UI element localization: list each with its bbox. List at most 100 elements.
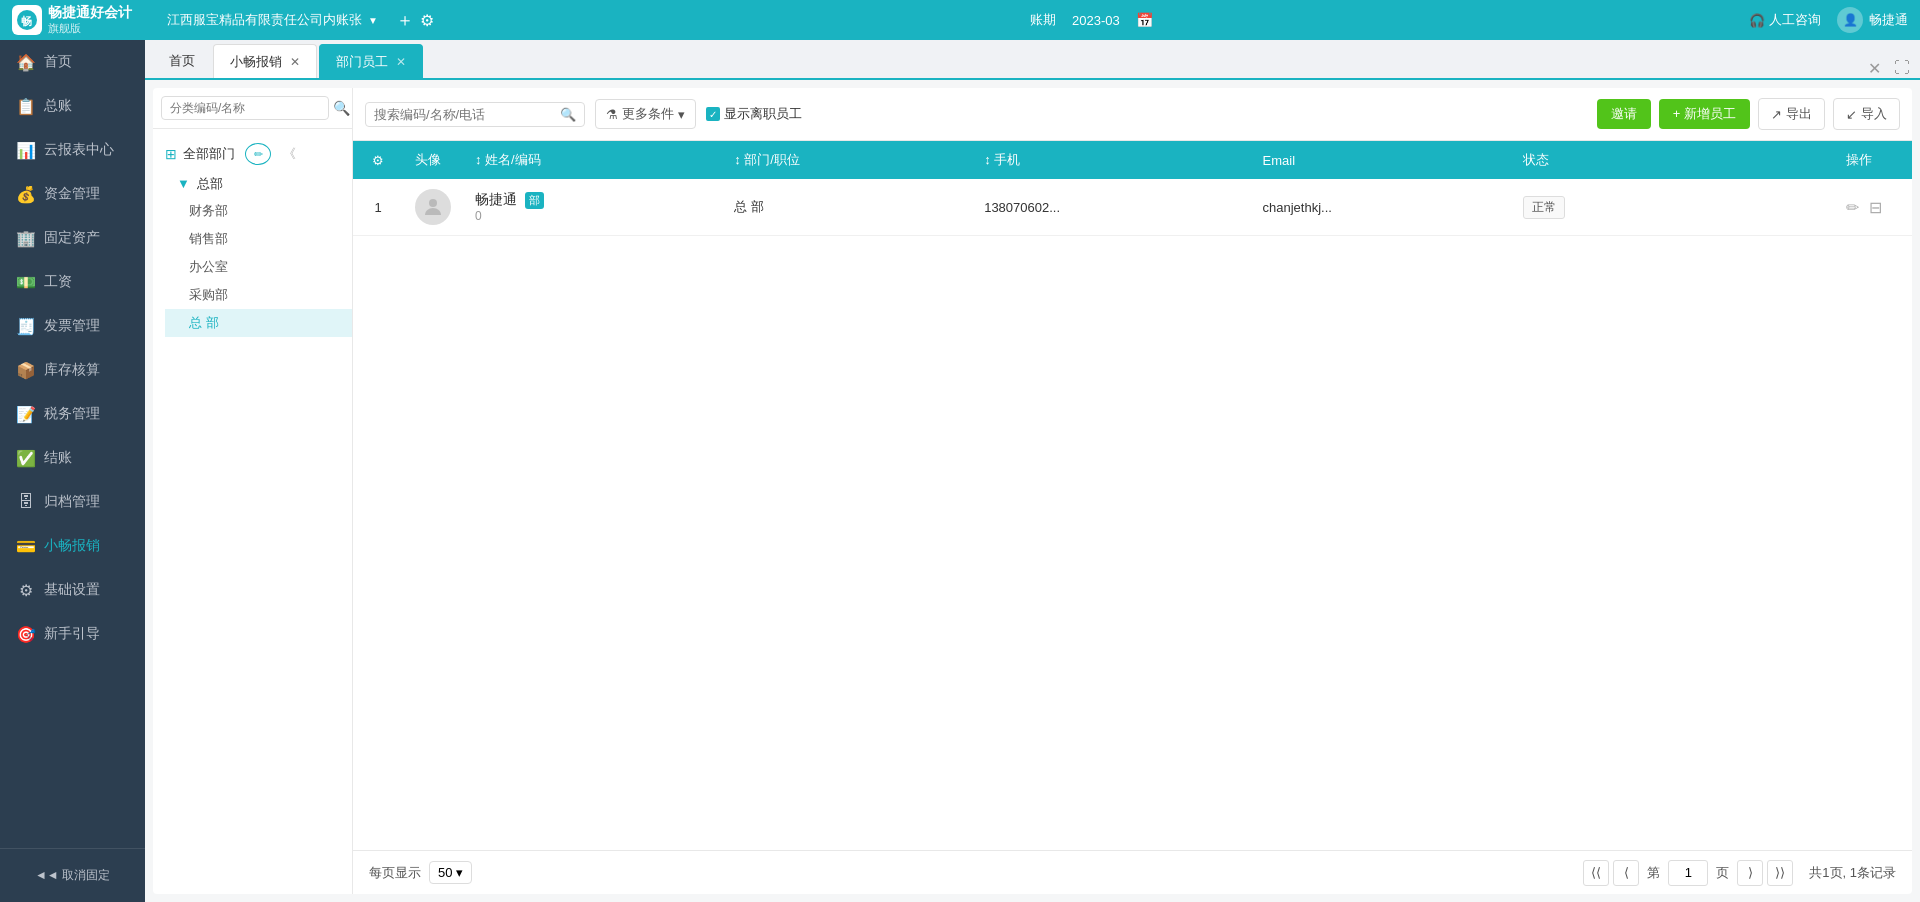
tab-bar: 首页 小畅报销 ✕ 部门员工 ✕ ✕ ⛶ — [145, 40, 1920, 80]
top-bar-right: 🎧 人工咨询 👤 畅捷通 — [1749, 7, 1908, 33]
more-filter-button[interactable]: ⚗ 更多条件 ▾ — [595, 99, 696, 129]
unpin-button[interactable]: ◄◄ 取消固定 — [0, 859, 145, 892]
username: 畅捷通 — [1869, 11, 1908, 29]
sidebar-bottom: ◄◄ 取消固定 — [0, 848, 145, 902]
prev-page-button[interactable]: ⟨ — [1613, 860, 1639, 886]
sidebar-item-ledger[interactable]: 📋 总账 — [0, 84, 145, 128]
show-resigned-checkbox[interactable] — [706, 107, 720, 121]
page-nav: ⟨⟨ ⟨ 第 页 ⟩ ⟩⟩ 共1页, 1条记录 — [1583, 860, 1896, 886]
tab-bar-right: ✕ ⛶ — [1856, 58, 1912, 78]
employee-data-table: ⚙ 头像 ↕ 姓名/编码 ↕ 部门/职位 ↕ 手机 Email 状态 操作 — [353, 141, 1912, 236]
service-button[interactable]: 🎧 人工咨询 — [1749, 11, 1821, 29]
row-actions-cell: ✏ ⊟ — [1695, 179, 1912, 236]
company-selector[interactable]: 江西服宝精品有限责任公司内账张 ▼ — [167, 11, 378, 29]
table-row: 1 — [353, 179, 1912, 236]
sidebar-label-inventory: 库存核算 — [44, 361, 100, 379]
sidebar-item-guide[interactable]: 🎯 新手引导 — [0, 612, 145, 656]
filter-dropdown-icon: ▾ — [678, 107, 685, 122]
col-settings[interactable]: ⚙ — [353, 141, 403, 179]
sidebar-item-closing[interactable]: ✅ 结账 — [0, 436, 145, 480]
invite-button[interactable]: 邀请 — [1597, 99, 1651, 129]
dept-edit-icon[interactable]: ✏ — [245, 143, 271, 165]
company-dropdown-icon[interactable]: ▼ — [368, 15, 378, 26]
sidebar-label-archive: 归档管理 — [44, 493, 100, 511]
assets-icon: 🏢 — [16, 228, 36, 248]
table-header-row: ⚙ 头像 ↕ 姓名/编码 ↕ 部门/职位 ↕ 手机 Email 状态 操作 — [353, 141, 1912, 179]
calendar-icon[interactable]: 📅 — [1136, 12, 1153, 28]
sidebar-label-expense: 小畅报销 — [44, 537, 100, 555]
dept-item-sales[interactable]: 销售部 — [165, 225, 352, 253]
dept-all-item[interactable]: ⊞ 全部部门 ✏ 《 — [153, 137, 352, 171]
row-index: 1 — [353, 179, 403, 236]
last-page-button[interactable]: ⟩⟩ — [1767, 860, 1793, 886]
employee-table: ⚙ 头像 ↕ 姓名/编码 ↕ 部门/职位 ↕ 手机 Email 状态 操作 — [353, 141, 1912, 850]
collapse-triangle-icon: ▼ — [177, 176, 190, 191]
main-layout: 🏠 首页 📋 总账 📊 云报表中心 💰 资金管理 🏢 固定资产 💵 工资 🧾 发… — [0, 40, 1920, 902]
tab-home[interactable]: 首页 — [153, 44, 211, 78]
next-page-button[interactable]: ⟩ — [1737, 860, 1763, 886]
per-page-dropdown-icon: ▾ — [456, 865, 463, 880]
per-page-select[interactable]: 50 ▾ — [429, 861, 472, 884]
status-badge: 正常 — [1523, 196, 1565, 219]
col-phone[interactable]: ↕ 手机 — [972, 141, 1250, 179]
add-employee-button[interactable]: + 新增员工 — [1659, 99, 1750, 129]
logo-sub: 旗舰版 — [48, 21, 132, 36]
home-icon: 🏠 — [16, 52, 36, 72]
add-company-icon[interactable]: ＋ — [396, 8, 414, 32]
edit-employee-icon[interactable]: ✏ — [1846, 198, 1859, 217]
period-area: 账期 2023-03 📅 — [1030, 11, 1153, 29]
sidebar-label-ledger: 总账 — [44, 97, 72, 115]
dept-group-headquarters-title[interactable]: ▼ 总部 — [165, 171, 352, 197]
first-page-button[interactable]: ⟨⟨ — [1583, 860, 1609, 886]
tab-expense[interactable]: 小畅报销 ✕ — [213, 44, 317, 78]
guide-icon: 🎯 — [16, 624, 36, 644]
filter-icon: ⚗ — [606, 107, 618, 122]
settings-icon[interactable]: ⚙ — [420, 11, 434, 30]
headset-icon: 🎧 — [1749, 13, 1765, 28]
sidebar-item-settings[interactable]: ⚙ 基础设置 — [0, 568, 145, 612]
sidebar-item-invoice[interactable]: 🧾 发票管理 — [0, 304, 145, 348]
col-actions: 操作 — [1695, 141, 1912, 179]
import-button[interactable]: ↙ 导入 — [1833, 98, 1900, 130]
sidebar-item-salary[interactable]: 💵 工资 — [0, 260, 145, 304]
dept-search-input[interactable] — [161, 96, 329, 120]
export-icon: ↗ — [1771, 107, 1782, 122]
grid-icon: ⊞ — [165, 146, 177, 162]
sidebar-item-home[interactable]: 🏠 首页 — [0, 40, 145, 84]
tax-icon: 📝 — [16, 404, 36, 424]
maximize-window-button[interactable]: ⛶ — [1892, 58, 1912, 78]
dept-search-icon[interactable]: 🔍 — [333, 100, 350, 116]
tab-expense-close[interactable]: ✕ — [290, 55, 300, 69]
page-label-text: 第 — [1647, 864, 1660, 882]
sidebar-item-reports[interactable]: 📊 云报表中心 — [0, 128, 145, 172]
employee-search-input[interactable] — [374, 107, 556, 122]
sidebar-item-inventory[interactable]: 📦 库存核算 — [0, 348, 145, 392]
delete-employee-icon[interactable]: ⊟ — [1869, 198, 1882, 217]
sidebar-label-invoice: 发票管理 — [44, 317, 100, 335]
tab-dept-employee[interactable]: 部门员工 ✕ — [319, 44, 423, 78]
sidebar-label-funds: 资金管理 — [44, 185, 100, 203]
page-number-input[interactable] — [1668, 860, 1708, 886]
sidebar-item-funds[interactable]: 💰 资金管理 — [0, 172, 145, 216]
sidebar-item-expense[interactable]: 💳 小畅报销 — [0, 524, 145, 568]
user-area[interactable]: 👤 畅捷通 — [1837, 7, 1908, 33]
close-window-button[interactable]: ✕ — [1864, 58, 1884, 78]
sidebar-item-assets[interactable]: 🏢 固定资产 — [0, 216, 145, 260]
col-name[interactable]: ↕ 姓名/编码 — [463, 141, 722, 179]
dept-collapse-icon[interactable]: 《 — [283, 145, 296, 163]
toolbar-actions: ＋ ⚙ — [396, 8, 434, 32]
tab-dept-close[interactable]: ✕ — [396, 55, 406, 69]
page-content: 🔍 ⊞ 全部部门 ✏ 《 ▼ 总部 财务部 — [153, 88, 1912, 894]
top-bar: 畅 畅捷通好会计 旗舰版 江西服宝精品有限责任公司内账张 ▼ ＋ ⚙ 账期 20… — [0, 0, 1920, 40]
export-button[interactable]: ↗ 导出 — [1758, 98, 1825, 130]
employee-search-icon[interactable]: 🔍 — [560, 107, 576, 122]
dept-item-general[interactable]: 总 部 — [165, 309, 352, 337]
salary-icon: 💵 — [16, 272, 36, 292]
dept-item-finance[interactable]: 财务部 — [165, 197, 352, 225]
col-dept[interactable]: ↕ 部门/职位 — [722, 141, 972, 179]
dept-item-office[interactable]: 办公室 — [165, 253, 352, 281]
sidebar-item-tax[interactable]: 📝 税务管理 — [0, 392, 145, 436]
dept-item-purchase[interactable]: 采购部 — [165, 281, 352, 309]
import-icon: ↙ — [1846, 107, 1857, 122]
sidebar-item-archive[interactable]: 🗄 归档管理 — [0, 480, 145, 524]
